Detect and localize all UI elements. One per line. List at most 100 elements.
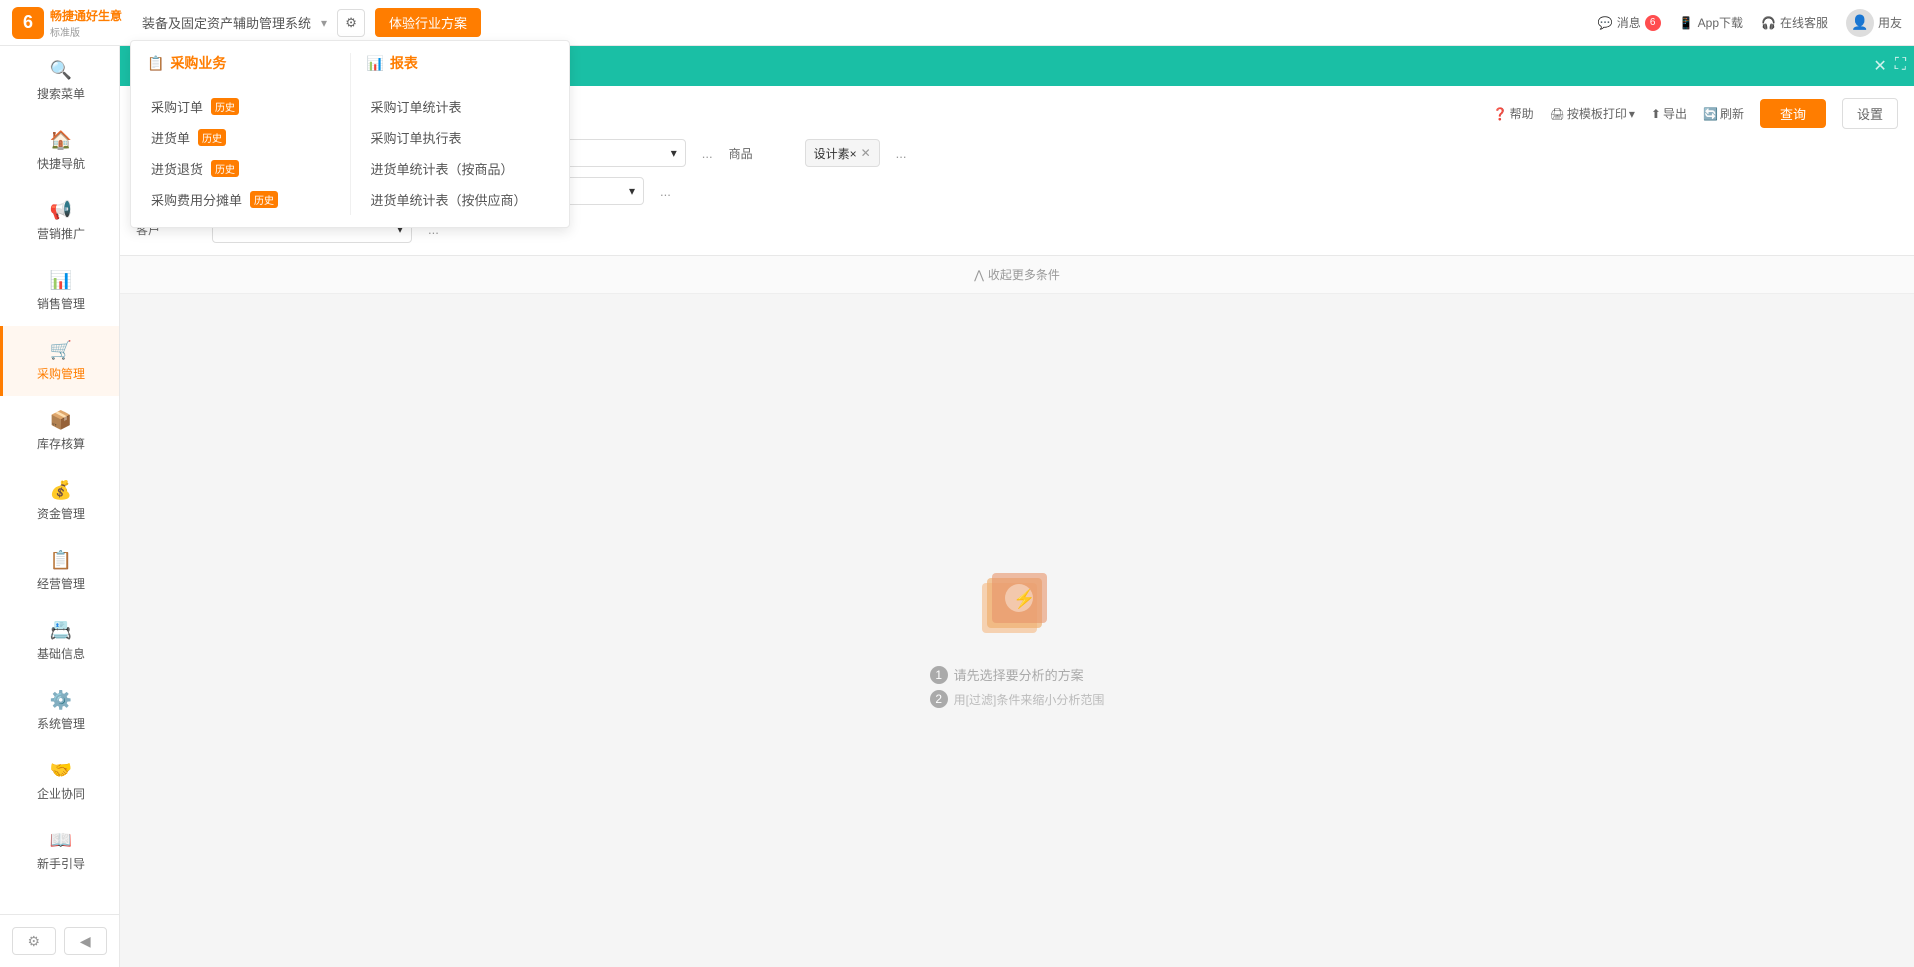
collapse-up-icon: ⋀ xyxy=(974,268,984,282)
finance-icon: 💰 xyxy=(50,480,72,501)
sidebar-label-search: 搜索菜单 xyxy=(37,85,85,102)
help-link[interactable]: ❓ 帮助 xyxy=(1493,105,1534,122)
sidebar-item-inventory[interactable]: 📦 库存核算 xyxy=(0,396,119,466)
svg-text:⚡: ⚡ xyxy=(1013,588,1035,610)
settings-bottom-button[interactable]: ⚙ xyxy=(12,927,56,955)
staff-arrow-icon: ▾ xyxy=(629,184,635,198)
empty-state: ⚡ 1 请先选择要分析的方案 2 用[过滤]条件来缩小分析范围 xyxy=(120,294,1914,967)
report-section-title: 📊 报表 xyxy=(367,53,554,81)
sidebar-label-inventory: 库存核算 xyxy=(37,435,85,452)
cost-share-label: 采购费用分摊单 xyxy=(151,190,242,209)
inventory-icon: 📦 xyxy=(50,410,72,431)
message-button[interactable]: 💬 消息 6 xyxy=(1598,14,1661,31)
system-title: 装备及固定资产辅助管理系统 xyxy=(142,13,311,32)
tab-close-all-button[interactable]: ✕ xyxy=(1873,56,1886,76)
sidebar-item-operation[interactable]: 📋 经营管理 xyxy=(0,536,119,606)
sidebar-label-basic: 基础信息 xyxy=(37,645,85,662)
logo-area: 6 畅捷通好生意 标准版 xyxy=(12,7,132,39)
settings-button[interactable]: ⚙ xyxy=(337,9,365,37)
avatar: 👤 xyxy=(1846,9,1874,37)
incoming-stat-supplier-label: 进货单统计表（按供应商） xyxy=(371,190,527,209)
user-menu-button[interactable]: 👤 用友 xyxy=(1846,9,1902,37)
step2-icon: 2 xyxy=(930,690,948,708)
collapse-button[interactable]: ⋀ 收起更多条件 xyxy=(962,262,1072,287)
sidebar-label-guide: 新手引导 xyxy=(37,855,85,872)
print-arrow-icon: ▾ xyxy=(1629,107,1635,121)
header-right: 💬 消息 6 📱 App下载 🎧 在线客服 👤 用友 xyxy=(1598,9,1902,37)
marketing-icon: 📢 xyxy=(50,200,72,221)
export-icon: ⬆ xyxy=(1651,107,1661,121)
menu-item-return[interactable]: 进货退货 历史 xyxy=(147,153,334,184)
staff-dots: ... xyxy=(660,184,671,199)
purchase-order-label: 采购订单 xyxy=(151,97,203,116)
sidebar-label-operation: 经营管理 xyxy=(37,575,85,592)
voucher-status-dots: ... xyxy=(702,146,713,161)
sidebar-label-finance: 资金管理 xyxy=(37,505,85,522)
message-icon: 💬 xyxy=(1598,16,1613,30)
purchase-section: 📋 采购业务 采购订单 历史 进货单 历史 进货退货 历史 采购费用分摊单 历史 xyxy=(131,53,350,215)
purchase-order-stat-label: 采购订单统计表 xyxy=(371,97,462,116)
sidebar-item-finance[interactable]: 💰 资金管理 xyxy=(0,466,119,536)
sidebar-item-sales[interactable]: 📊 销售管理 xyxy=(0,256,119,326)
menu-item-incoming-stat-supplier[interactable]: 进货单统计表（按供应商） xyxy=(367,184,554,215)
collapse-sidebar-button[interactable]: ◀ xyxy=(64,927,108,955)
step1-icon: 1 xyxy=(930,666,948,684)
sidebar-item-purchase[interactable]: 🛒 采购管理 xyxy=(0,326,119,396)
sidebar-item-marketing[interactable]: 📢 营销推广 xyxy=(0,186,119,256)
sidebar-label-purchase: 采购管理 xyxy=(37,365,85,382)
logo-icon: 6 xyxy=(12,7,44,39)
sidebar-item-enterprise[interactable]: 🤝 企业协同 xyxy=(0,746,119,816)
history-badge-4: 历史 xyxy=(250,191,278,208)
app-download-button[interactable]: 📱 App下载 xyxy=(1679,14,1743,31)
system-icon: ⚙️ xyxy=(50,690,72,711)
home-icon: 🏠 xyxy=(50,130,72,151)
sidebar-label-sales: 销售管理 xyxy=(37,295,85,312)
sidebar-item-quick[interactable]: 🏠 快捷导航 xyxy=(0,116,119,186)
incoming-stat-goods-label: 进货单统计表（按商品） xyxy=(371,159,514,178)
empty-illustration: ⚡ xyxy=(967,553,1067,653)
refresh-icon: 🔄 xyxy=(1703,107,1718,121)
collapse-row: ⋀ 收起更多条件 xyxy=(120,256,1914,294)
setting-button[interactable]: 设置 xyxy=(1842,98,1898,129)
sidebar: 🔍 搜索菜单 🏠 快捷导航 📢 营销推广 📊 销售管理 🛒 采购管理 📦 库存核… xyxy=(0,46,120,967)
tab-bar-controls: ✕ ⛶ xyxy=(1873,56,1906,76)
sidebar-item-guide[interactable]: 📖 新手引导 xyxy=(0,816,119,886)
sidebar-item-search[interactable]: 🔍 搜索菜单 xyxy=(0,46,119,116)
export-button[interactable]: ⬆ 导出 xyxy=(1651,105,1687,122)
industry-button[interactable]: 体验行业方案 xyxy=(375,8,481,37)
print-button[interactable]: 🖨 按模板打印 ▾ xyxy=(1550,105,1635,122)
refresh-button[interactable]: 🔄 刷新 xyxy=(1703,105,1744,122)
goods-tag: 设计素× ✕ xyxy=(805,139,880,167)
menu-item-purchase-order-exec[interactable]: 采购订单执行表 xyxy=(367,122,554,153)
purchase-order-exec-label: 采购订单执行表 xyxy=(371,128,462,147)
menu-item-incoming-stat-goods[interactable]: 进货单统计表（按商品） xyxy=(367,153,554,184)
help-icon: ❓ xyxy=(1493,107,1508,121)
menu-item-incoming[interactable]: 进货单 历史 xyxy=(147,122,334,153)
search-icon: 🔍 xyxy=(50,60,72,81)
purchase-section-icon: 📋 xyxy=(147,55,164,72)
sidebar-item-system[interactable]: ⚙️ 系统管理 xyxy=(0,676,119,746)
incoming-label: 进货单 xyxy=(151,128,190,147)
query-button[interactable]: 查询 xyxy=(1760,99,1826,128)
goods-tag-close[interactable]: ✕ xyxy=(861,146,871,160)
menu-item-purchase-order[interactable]: 采购订单 历史 xyxy=(147,91,334,122)
sales-icon: 📊 xyxy=(50,270,72,291)
message-badge: 6 xyxy=(1645,15,1661,31)
menu-item-cost-share[interactable]: 采购费用分摊单 历史 xyxy=(147,184,334,215)
menu-item-purchase-order-stat[interactable]: 采购订单统计表 xyxy=(367,91,554,122)
online-service-button[interactable]: 🎧 在线客服 xyxy=(1761,14,1828,31)
sidebar-label-enterprise: 企业协同 xyxy=(37,785,85,802)
basic-icon: 📇 xyxy=(50,620,72,641)
operation-icon: 📋 xyxy=(50,550,72,571)
empty-hint1: 请先选择要分析的方案 xyxy=(954,665,1084,684)
print-icon: 🖨 xyxy=(1550,107,1565,121)
dropdown-arrow-icon[interactable]: ▾ xyxy=(321,16,327,30)
history-badge-2: 历史 xyxy=(198,129,226,146)
tab-maximize-button[interactable]: ⛶ xyxy=(1895,56,1906,76)
sidebar-item-basic[interactable]: 📇 基础信息 xyxy=(0,606,119,676)
purchase-icon: 🛒 xyxy=(50,340,72,361)
sidebar-label-quick: 快捷导航 xyxy=(37,155,85,172)
goods-label: 商品 xyxy=(729,145,789,162)
history-badge-1: 历史 xyxy=(211,98,239,115)
sidebar-bottom: ⚙ ◀ xyxy=(0,914,119,967)
